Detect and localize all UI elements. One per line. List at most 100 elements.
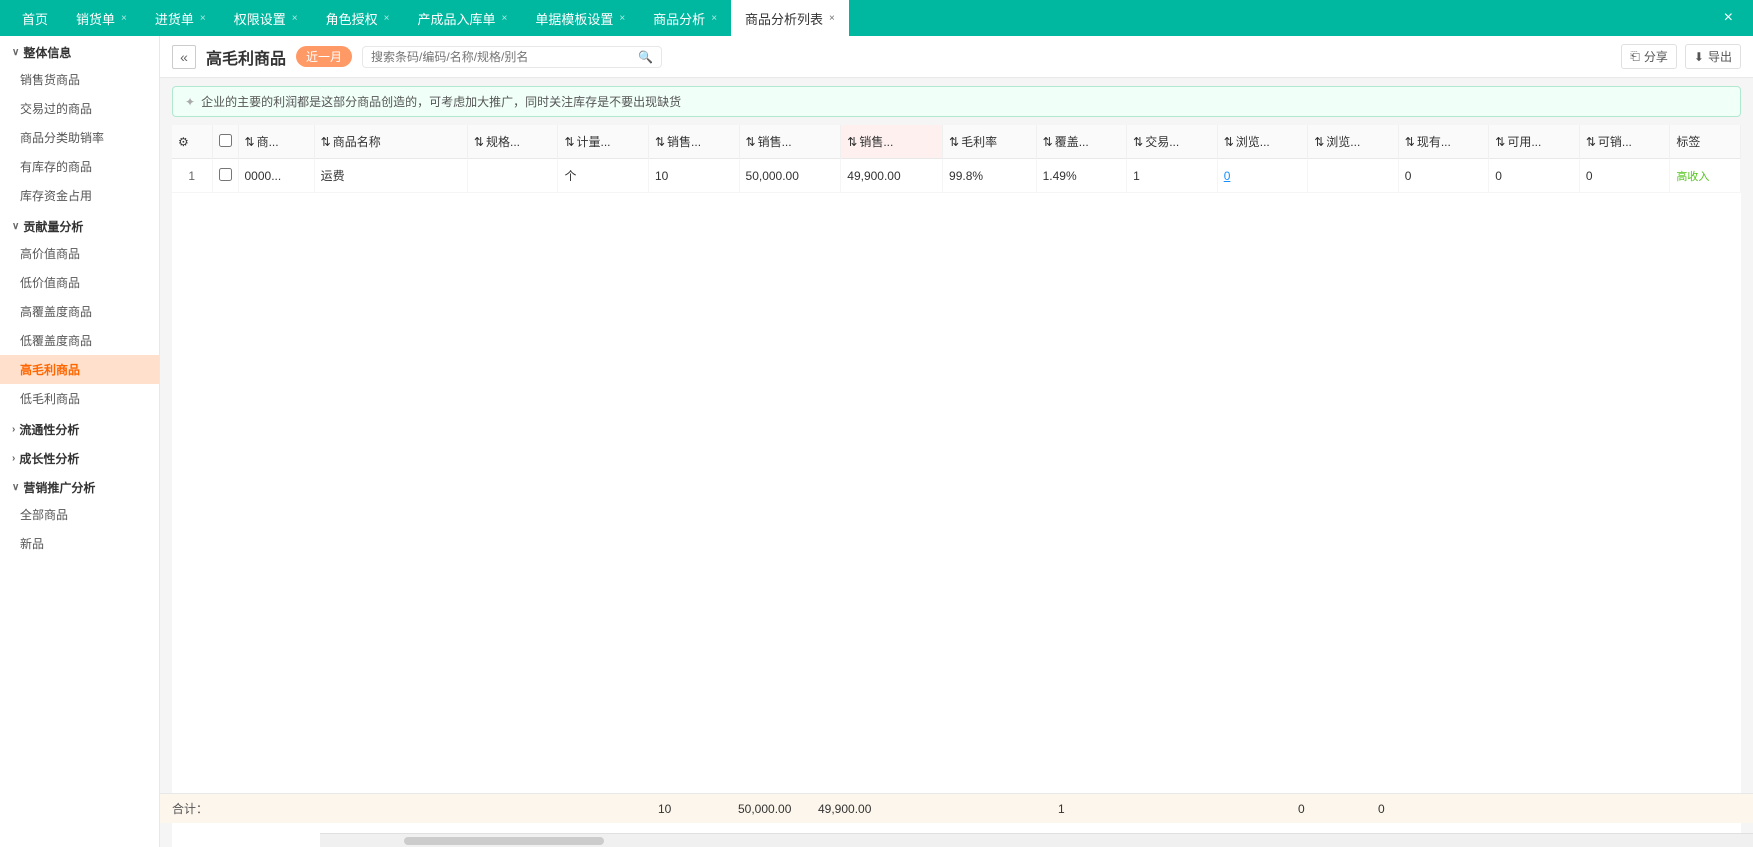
action-buttons: ⎗ 分享 ⬇ 导出	[1621, 44, 1741, 69]
col-gr-sort-icon[interactable]: ⇅	[949, 135, 959, 149]
col-name: ⇅ 商品名称	[314, 125, 467, 159]
share-button[interactable]: ⎗ 分享	[1621, 44, 1677, 69]
table-body: 1 0000... 运费 个 10 50,000.00 49,900.00 99…	[172, 159, 1741, 193]
col-view1: ⇅ 浏览...	[1217, 125, 1308, 159]
chevron-down-icon: ∨	[12, 221, 19, 232]
export-icon: ⬇	[1694, 50, 1704, 64]
nav-purchase-order[interactable]: 进货单 ×	[141, 0, 220, 36]
nav-template-settings[interactable]: 单据模板设置 ×	[521, 0, 639, 36]
sidebar-item-stock-capital[interactable]: 库存资金占用	[0, 181, 159, 210]
sidebar-item-high-value[interactable]: 高价值商品	[0, 239, 159, 268]
row-checkbox[interactable]	[219, 168, 232, 181]
col-tc-sort-icon[interactable]: ⇅	[1133, 135, 1143, 149]
sidebar-item-new-products[interactable]: 新品	[0, 529, 159, 558]
sidebar-group-overall[interactable]: ∨ 整体信息	[0, 36, 159, 65]
sidebar-item-category-rate[interactable]: 商品分类助销率	[0, 123, 159, 152]
col-index: ⚙	[172, 125, 212, 159]
horizontal-scrollbar[interactable]	[320, 833, 1753, 847]
table-header-row: ⚙ ⇅ 商...	[172, 125, 1741, 159]
col-sales-qty: ⇅ 销售...	[648, 125, 739, 159]
main-layout: ∨ 整体信息 销售货商品 交易过的商品 商品分类助销率 有库存的商品 库存资金占…	[0, 36, 1753, 847]
nav-role-auth[interactable]: 角色授权 ×	[312, 0, 404, 36]
sidebar-group-flow[interactable]: › 流通性分析	[0, 413, 159, 442]
col-spec-sort-icon[interactable]: ⇅	[474, 135, 484, 149]
close-all-button[interactable]: ×	[1712, 9, 1745, 27]
share-icon: ⎗	[1630, 49, 1640, 64]
cell-checkbox[interactable]	[212, 159, 238, 193]
export-button[interactable]: ⬇ 导出	[1685, 44, 1741, 69]
col-code: ⇅ 商...	[238, 125, 314, 159]
col-unit-sort-icon[interactable]: ⇅	[564, 135, 574, 149]
close-icon[interactable]: ×	[121, 13, 127, 24]
footer-avail-stock: 0	[1372, 802, 1452, 816]
col-name-sort-icon[interactable]: ⇅	[321, 135, 331, 149]
cell-avail-stock: 0	[1489, 159, 1580, 193]
sidebar-item-in-stock[interactable]: 有库存的商品	[0, 152, 159, 181]
sidebar-group-contribution[interactable]: ∨ 贡献量分析	[0, 210, 159, 239]
sidebar-item-all-goods[interactable]: 全部商品	[0, 500, 159, 529]
close-icon[interactable]: ×	[711, 13, 717, 24]
scrollbar-thumb[interactable]	[404, 837, 604, 845]
cell-trade-count: 1	[1127, 159, 1218, 193]
data-table: ⚙ ⇅ 商...	[172, 125, 1741, 193]
cell-gross-rate: 99.8%	[943, 159, 1037, 193]
col-sa-sort-icon[interactable]: ⇅	[746, 135, 756, 149]
col-trade-count: ⇅ 交易...	[1127, 125, 1218, 159]
close-icon[interactable]: ×	[619, 13, 625, 24]
close-icon[interactable]: ×	[384, 13, 390, 24]
top-navigation: 首页 销货单 × 进货单 × 权限设置 × 角色授权 × 产成品入库单 × 单据…	[0, 0, 1753, 36]
col-sales-net: ⇅ 销售...	[841, 125, 943, 159]
nav-home[interactable]: 首页	[8, 0, 62, 36]
cell-view2	[1308, 159, 1399, 193]
footer-sales-qty: 10	[652, 802, 732, 816]
close-icon[interactable]: ×	[292, 13, 298, 24]
sidebar-item-low-value[interactable]: 低价值商品	[0, 268, 159, 297]
col-sn-sort-icon[interactable]: ⇅	[847, 135, 857, 149]
close-icon[interactable]: ×	[829, 13, 835, 24]
sidebar-group-marketing[interactable]: ∨ 营销推广分析	[0, 471, 159, 500]
nav-sales-order[interactable]: 销货单 ×	[62, 0, 141, 36]
search-icon[interactable]: 🔍	[638, 50, 653, 64]
close-icon[interactable]: ×	[501, 13, 507, 24]
cell-index: 1	[172, 159, 212, 193]
sidebar-group-growth[interactable]: › 成长性分析	[0, 442, 159, 471]
col-cs-sort-icon[interactable]: ⇅	[1405, 135, 1415, 149]
col-as-sort-icon[interactable]: ⇅	[1495, 135, 1505, 149]
filter-button[interactable]: 近一月	[296, 46, 352, 67]
col-cov-sort-icon[interactable]: ⇅	[1043, 135, 1053, 149]
nav-permission-settings[interactable]: 权限设置 ×	[220, 0, 312, 36]
nav-product-analysis-list[interactable]: 商品分析列表 ×	[731, 0, 849, 36]
col-saleable: ⇅ 可销...	[1579, 125, 1670, 159]
search-input[interactable]	[371, 50, 634, 64]
high-income-badge: 高收入	[1676, 171, 1709, 183]
cell-coverage: 1.49%	[1036, 159, 1127, 193]
col-tag: 标签	[1670, 125, 1741, 159]
col-current-stock: ⇅ 现有...	[1398, 125, 1489, 159]
table-row: 1 0000... 运费 个 10 50,000.00 49,900.00 99…	[172, 159, 1741, 193]
select-all-checkbox[interactable]	[219, 134, 232, 147]
col-unit: ⇅ 计量...	[558, 125, 649, 159]
cell-view1[interactable]: 0	[1217, 159, 1308, 193]
page-title: 高毛利商品	[206, 45, 286, 69]
settings-icon[interactable]: ⚙	[178, 135, 189, 149]
sidebar-item-high-margin[interactable]: 高毛利商品	[0, 355, 159, 384]
col-sl-sort-icon[interactable]: ⇅	[1586, 135, 1596, 149]
col-code-sort-icon[interactable]: ⇅	[245, 135, 255, 149]
col-v1-sort-icon[interactable]: ⇅	[1224, 135, 1234, 149]
content-header: « 高毛利商品 近一月 🔍 ⎗ 分享 ⬇ 导出	[160, 36, 1753, 78]
sidebar-item-high-coverage[interactable]: 高覆盖度商品	[0, 297, 159, 326]
cell-spec	[467, 159, 558, 193]
nav-finished-goods[interactable]: 产成品入库单 ×	[403, 0, 521, 36]
sidebar-item-traded-goods[interactable]: 交易过的商品	[0, 94, 159, 123]
col-sq-sort-icon[interactable]: ⇅	[655, 135, 665, 149]
cell-current-stock: 0	[1398, 159, 1489, 193]
sidebar-item-low-margin[interactable]: 低毛利商品	[0, 384, 159, 413]
col-view2: ⇅ 浏览...	[1308, 125, 1399, 159]
collapse-button[interactable]: «	[172, 45, 196, 69]
nav-product-analysis[interactable]: 商品分析 ×	[639, 0, 731, 36]
chevron-right-icon: ›	[12, 424, 15, 435]
col-v2-sort-icon[interactable]: ⇅	[1314, 135, 1324, 149]
sidebar-item-sales-goods[interactable]: 销售货商品	[0, 65, 159, 94]
close-icon[interactable]: ×	[200, 13, 206, 24]
sidebar-item-low-coverage[interactable]: 低覆盖度商品	[0, 326, 159, 355]
